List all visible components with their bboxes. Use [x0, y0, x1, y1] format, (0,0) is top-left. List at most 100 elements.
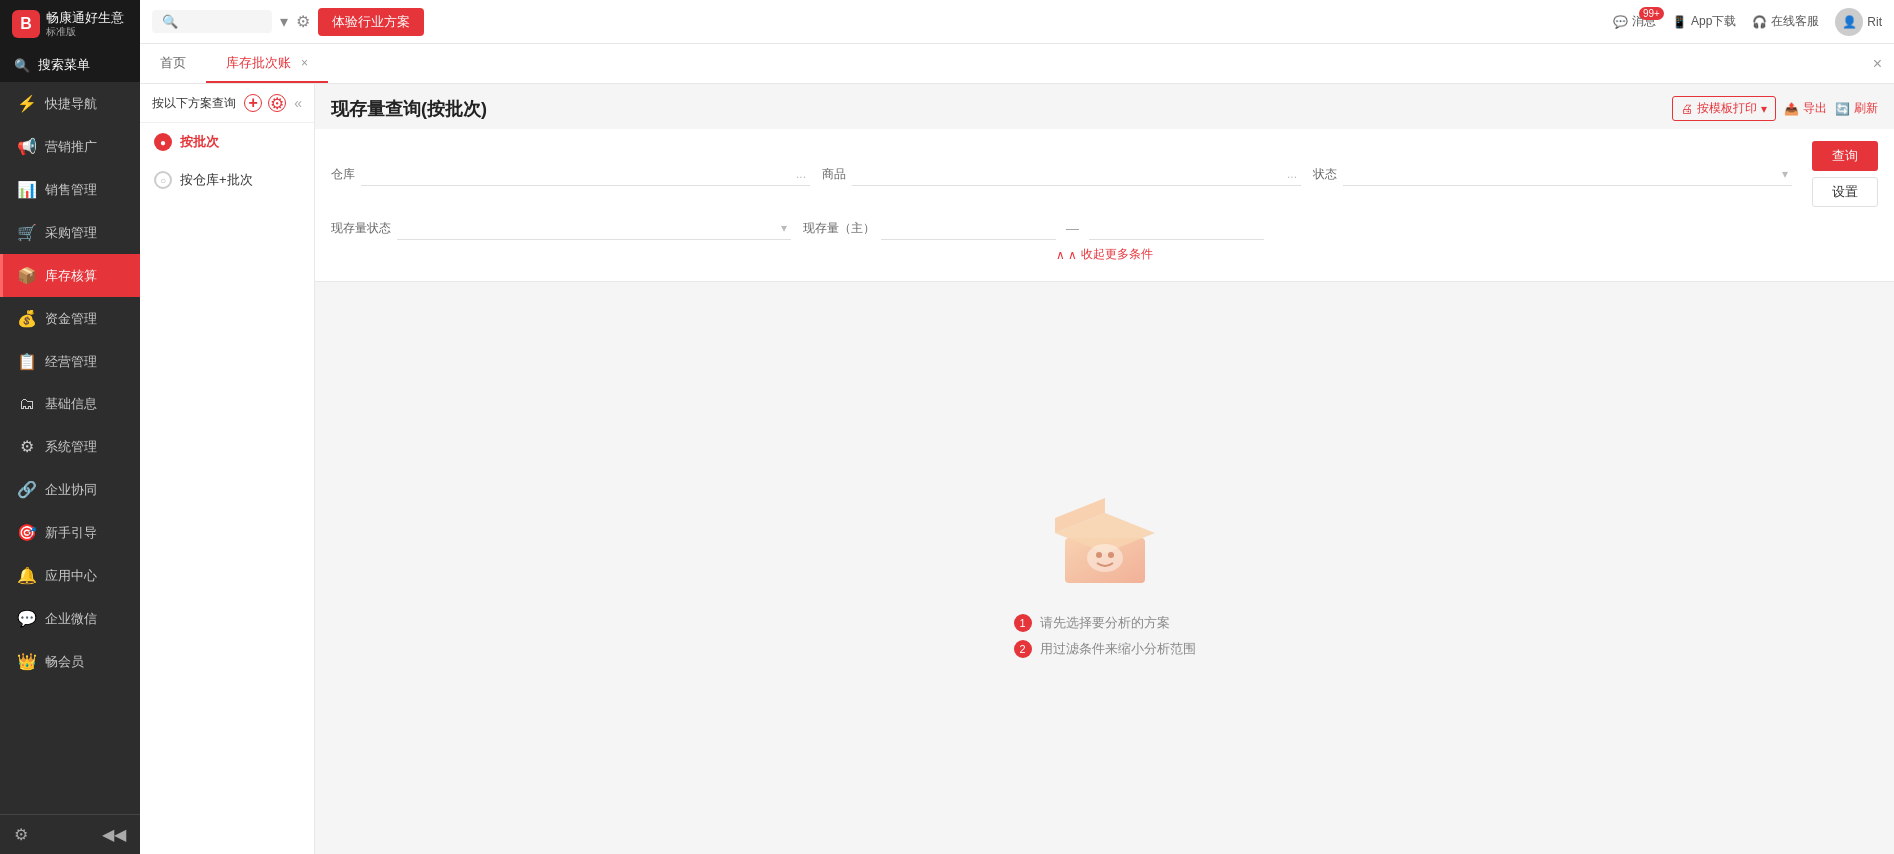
sidebar-item-marketing[interactable]: 📢 营销推广 [0, 125, 140, 168]
guide-icon: 🎯 [17, 523, 37, 542]
online-service-label: 在线客服 [1771, 13, 1819, 30]
avatar-icon: 👤 [1842, 15, 1857, 29]
export-btn[interactable]: 📤 导出 [1784, 100, 1827, 117]
sidebar-item-label: 营销推广 [45, 138, 97, 156]
online-service-btn[interactable]: 🎧 在线客服 [1752, 13, 1819, 30]
empty-state: 1 请先选择要分析的方案 2 用过滤条件来缩小分析范围 [315, 282, 1894, 854]
tip-text-1: 请先选择要分析的方案 [1040, 614, 1170, 632]
sidebar-item-purchase[interactable]: 🛒 采购管理 [0, 211, 140, 254]
sidebar-toggle-icon[interactable]: ◀◀ [102, 825, 126, 844]
collapse-panel-btn[interactable]: « [294, 95, 302, 111]
app-logo: B 畅康通好生意 标准版 [0, 0, 140, 48]
warehouse-label: 仓库 [331, 166, 355, 183]
topbar-right: 💬 消息 99+ 📱 App下载 🎧 在线客服 👤 Rit [1613, 8, 1882, 36]
sidebar-item-label: 基础信息 [45, 395, 97, 413]
refresh-btn[interactable]: 🔄 刷新 [1835, 100, 1878, 117]
tabbar-close-btn[interactable]: × [1861, 44, 1894, 83]
left-panel-title: 按以下方案查询 [152, 95, 236, 112]
filter-warehouse: 仓库 ... [331, 163, 810, 186]
sidebar-item-finance[interactable]: 💰 资金管理 [0, 297, 140, 340]
print-dropdown-icon[interactable]: ▾ [1761, 102, 1767, 116]
filter-area: 仓库 ... 商品 ... [315, 129, 1894, 282]
topbar-gear-icon[interactable]: ⚙ [296, 12, 310, 31]
stock-status-input[interactable] [397, 217, 777, 239]
status-input-wrapper[interactable]: ▾ [1343, 163, 1792, 186]
message-badge[interactable]: 💬 消息 99+ [1613, 13, 1656, 30]
page-header: 现存量查询(按批次) 🖨 按模板打印 ▾ 📤 导出 🔄 刷新 [315, 84, 1894, 129]
right-panel: 现存量查询(按批次) 🖨 按模板打印 ▾ 📤 导出 🔄 刷新 [315, 84, 1894, 854]
topbar-dropdown-icon[interactable]: ▾ [280, 12, 288, 31]
sidebar-nav: ⚡ 快捷导航 📢 营销推广 📊 销售管理 🛒 采购管理 📦 库存核算 💰 资金管… [0, 82, 140, 814]
stock-status-input-wrapper[interactable]: ▾ [397, 217, 791, 240]
svg-point-4 [1096, 552, 1102, 558]
settings-scheme-btn[interactable]: ⚙ [268, 94, 286, 112]
sidebar-item-app-center[interactable]: 🔔 应用中心 [0, 554, 140, 597]
system-icon: ⚙ [17, 437, 37, 456]
stock-qty-label: 现存量（主） [803, 220, 875, 237]
sidebar-item-membership[interactable]: 👑 畅会员 [0, 640, 140, 683]
topbar-search-icon: 🔍 [162, 14, 178, 29]
sidebar-item-label: 库存核算 [45, 267, 97, 285]
tip-num-1: 1 [1014, 614, 1032, 632]
marketing-icon: 📢 [17, 137, 37, 156]
stock-status-dropdown[interactable]: ▾ [777, 221, 791, 235]
scheme-item-batch[interactable]: ● 按批次 [140, 123, 314, 161]
service-icon: 🎧 [1752, 15, 1767, 29]
tab-inventory-batch-label: 库存批次账 [226, 54, 291, 72]
svg-point-5 [1108, 552, 1114, 558]
sidebar-item-quick-nav[interactable]: ⚡ 快捷导航 [0, 82, 140, 125]
collapse-icon: ∧ ∧ [1056, 248, 1077, 262]
sidebar-item-new-guide[interactable]: 🎯 新手引导 [0, 511, 140, 554]
tab-inventory-batch[interactable]: 库存批次账 × [206, 44, 328, 83]
sidebar-settings-icon[interactable]: ⚙ [14, 825, 28, 844]
sidebar-item-enterprise-wechat[interactable]: 💬 企业微信 [0, 597, 140, 640]
export-icon: 📤 [1784, 102, 1799, 116]
settings-btn[interactable]: 设置 [1812, 177, 1878, 207]
avatar: 👤 [1835, 8, 1863, 36]
tab-home[interactable]: 首页 [140, 44, 206, 83]
membership-icon: 👑 [17, 652, 37, 671]
status-input[interactable] [1343, 163, 1778, 185]
sidebar-item-inventory[interactable]: 📦 库存核算 [0, 254, 140, 297]
scheme-batch-label: 按批次 [180, 133, 219, 151]
template-print-btn[interactable]: 🖨 按模板打印 ▾ [1672, 96, 1776, 121]
product-more-btn[interactable]: ... [1283, 167, 1301, 181]
inventory-icon: 📦 [17, 266, 37, 285]
left-panel: 按以下方案查询 + ⚙ « ● 按批次 ○ 按仓库+批次 [140, 84, 315, 854]
product-input-wrapper[interactable]: ... [852, 163, 1301, 186]
sidebar-item-system[interactable]: ⚙ 系统管理 [0, 425, 140, 468]
search-icon: 🔍 [14, 58, 30, 73]
warehouse-input-wrapper[interactable]: ... [361, 163, 810, 186]
collapse-bar[interactable]: ∧ ∧ 收起更多条件 [331, 240, 1878, 269]
user-avatar-area[interactable]: 👤 Rit [1835, 8, 1882, 36]
stock-qty-to-input[interactable] [1089, 217, 1264, 240]
stock-qty-from-input[interactable] [881, 217, 1056, 240]
status-more-btn[interactable]: ▾ [1778, 167, 1792, 181]
filter-dash: — [1062, 221, 1083, 236]
sidebar-search[interactable]: 🔍 搜索菜单 [0, 48, 140, 82]
filter-product: 商品 ... [822, 163, 1301, 186]
message-count: 99+ [1639, 7, 1664, 20]
query-btn[interactable]: 查询 [1812, 141, 1878, 171]
purchase-icon: 🛒 [17, 223, 37, 242]
topbar-search-box[interactable]: 🔍 [152, 10, 272, 33]
sidebar-item-operations[interactable]: 📋 经营管理 [0, 340, 140, 383]
product-input[interactable] [852, 163, 1283, 185]
warehouse-more-btn[interactable]: ... [792, 167, 810, 181]
sidebar-item-basic[interactable]: 🗂 基础信息 [0, 383, 140, 425]
app-download-btn[interactable]: 📱 App下载 [1672, 13, 1736, 30]
warehouse-input[interactable] [361, 163, 792, 185]
sidebar-item-enterprise-collab[interactable]: 🔗 企业协同 [0, 468, 140, 511]
quick-nav-icon: ⚡ [17, 94, 37, 113]
trial-btn[interactable]: 体验行业方案 [318, 8, 424, 36]
empty-tip-1: 1 请先选择要分析的方案 [1014, 614, 1196, 632]
sidebar-item-label: 系统管理 [45, 438, 97, 456]
scheme-item-warehouse-batch[interactable]: ○ 按仓库+批次 [140, 161, 314, 199]
tab-close-icon[interactable]: × [301, 56, 308, 70]
sidebar-item-sales[interactable]: 📊 销售管理 [0, 168, 140, 211]
sidebar-item-label: 新手引导 [45, 524, 97, 542]
sidebar-item-label: 应用中心 [45, 567, 97, 585]
add-scheme-btn[interactable]: + [244, 94, 262, 112]
app-download-label: App下载 [1691, 13, 1736, 30]
topbar-search-input[interactable] [184, 15, 244, 29]
